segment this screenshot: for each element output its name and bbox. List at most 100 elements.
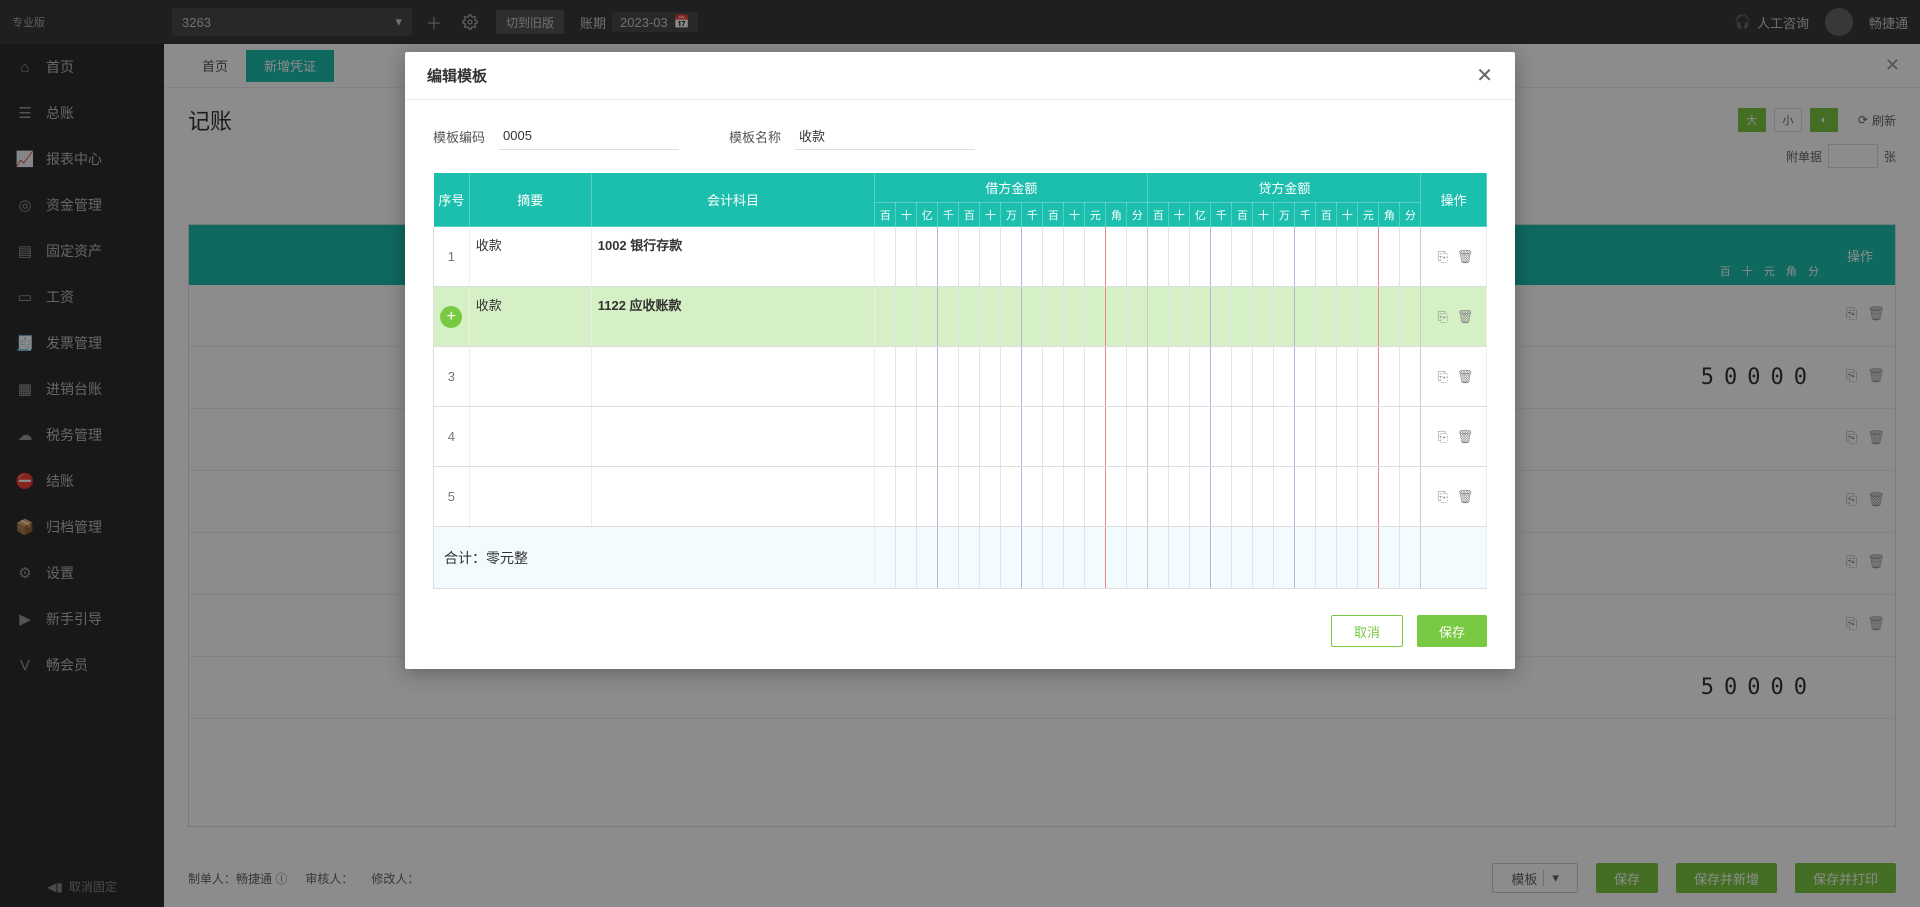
digit-cell[interactable]	[1337, 287, 1358, 347]
digit-cell[interactable]	[1190, 287, 1211, 347]
digit-cell[interactable]	[1190, 347, 1211, 407]
digit-cell[interactable]	[1358, 347, 1379, 407]
digit-cell[interactable]	[1148, 287, 1169, 347]
save-button[interactable]: 保存	[1417, 615, 1487, 647]
digit-cell[interactable]	[980, 407, 1001, 467]
digit-cell[interactable]	[896, 287, 917, 347]
digit-cell[interactable]	[1274, 407, 1295, 467]
digit-cell[interactable]	[1190, 227, 1211, 287]
digit-cell[interactable]	[1211, 227, 1232, 287]
digit-cell[interactable]	[1022, 467, 1043, 527]
digit-cell[interactable]	[1253, 467, 1274, 527]
digit-cell[interactable]	[1064, 227, 1085, 287]
digit-cell[interactable]	[1295, 347, 1316, 407]
digit-cell[interactable]	[938, 287, 959, 347]
digit-cell[interactable]	[959, 287, 980, 347]
copy-icon[interactable]: ⎘	[1435, 249, 1451, 265]
digit-cell[interactable]	[1001, 467, 1022, 527]
digit-cell[interactable]	[1358, 287, 1379, 347]
digit-cell[interactable]	[1232, 287, 1253, 347]
copy-icon[interactable]: ⎘	[1435, 369, 1451, 385]
copy-icon[interactable]: ⎘	[1435, 309, 1451, 325]
summary-cell[interactable]: 收款	[469, 227, 591, 287]
digit-cell[interactable]	[1274, 227, 1295, 287]
delete-icon[interactable]: 🗑	[1457, 309, 1473, 325]
digit-cell[interactable]	[1064, 287, 1085, 347]
digit-cell[interactable]	[896, 467, 917, 527]
digit-cell[interactable]	[1358, 407, 1379, 467]
digit-cell[interactable]	[1295, 227, 1316, 287]
close-icon[interactable]: ✕	[1476, 63, 1493, 88]
digit-cell[interactable]	[1232, 407, 1253, 467]
digit-cell[interactable]	[1316, 227, 1337, 287]
add-row-button[interactable]: +	[440, 306, 462, 328]
summary-cell[interactable]	[469, 467, 591, 527]
digit-cell[interactable]	[1001, 347, 1022, 407]
digit-cell[interactable]	[1085, 227, 1106, 287]
digit-cell[interactable]	[1400, 467, 1421, 527]
digit-cell[interactable]	[1148, 467, 1169, 527]
delete-icon[interactable]: 🗑	[1457, 249, 1473, 265]
digit-cell[interactable]	[959, 347, 980, 407]
digit-cell[interactable]	[1400, 347, 1421, 407]
digit-cell[interactable]	[1316, 407, 1337, 467]
digit-cell[interactable]	[1043, 287, 1064, 347]
digit-cell[interactable]	[875, 227, 896, 287]
digit-cell[interactable]	[1337, 227, 1358, 287]
digit-cell[interactable]	[1106, 407, 1127, 467]
digit-cell[interactable]	[1232, 227, 1253, 287]
digit-cell[interactable]	[1022, 227, 1043, 287]
digit-cell[interactable]	[959, 467, 980, 527]
digit-cell[interactable]	[959, 407, 980, 467]
subject-cell[interactable]	[591, 407, 875, 467]
summary-cell[interactable]	[469, 347, 591, 407]
digit-cell[interactable]	[938, 467, 959, 527]
digit-cell[interactable]	[938, 407, 959, 467]
digit-cell[interactable]	[1358, 227, 1379, 287]
digit-cell[interactable]	[1127, 227, 1148, 287]
digit-cell[interactable]	[1253, 347, 1274, 407]
digit-cell[interactable]	[875, 287, 896, 347]
subject-cell[interactable]: 1122 应收账款	[591, 287, 875, 347]
digit-cell[interactable]	[1337, 407, 1358, 467]
template-code-input[interactable]	[499, 122, 679, 150]
digit-cell[interactable]	[1106, 467, 1127, 527]
digit-cell[interactable]	[1253, 287, 1274, 347]
digit-cell[interactable]	[1148, 347, 1169, 407]
subject-cell[interactable]	[591, 347, 875, 407]
digit-cell[interactable]	[1127, 287, 1148, 347]
digit-cell[interactable]	[1400, 287, 1421, 347]
digit-cell[interactable]	[1295, 407, 1316, 467]
digit-cell[interactable]	[1274, 287, 1295, 347]
digit-cell[interactable]	[917, 347, 938, 407]
copy-icon[interactable]: ⎘	[1435, 429, 1451, 445]
digit-cell[interactable]	[980, 347, 1001, 407]
digit-cell[interactable]	[875, 407, 896, 467]
digit-cell[interactable]	[1316, 347, 1337, 407]
digit-cell[interactable]	[917, 467, 938, 527]
digit-cell[interactable]	[875, 467, 896, 527]
digit-cell[interactable]	[1379, 287, 1400, 347]
digit-cell[interactable]	[1316, 287, 1337, 347]
delete-icon[interactable]: 🗑	[1457, 369, 1473, 385]
digit-cell[interactable]	[1064, 407, 1085, 467]
digit-cell[interactable]	[1001, 287, 1022, 347]
digit-cell[interactable]	[1169, 227, 1190, 287]
digit-cell[interactable]	[896, 227, 917, 287]
digit-cell[interactable]	[1232, 467, 1253, 527]
digit-cell[interactable]	[1022, 407, 1043, 467]
digit-cell[interactable]	[1400, 227, 1421, 287]
subject-cell[interactable]	[591, 467, 875, 527]
digit-cell[interactable]	[938, 347, 959, 407]
digit-cell[interactable]	[917, 227, 938, 287]
digit-cell[interactable]	[1379, 347, 1400, 407]
digit-cell[interactable]	[1232, 347, 1253, 407]
subject-cell[interactable]: 1002 银行存款	[591, 227, 875, 287]
digit-cell[interactable]	[1169, 467, 1190, 527]
digit-cell[interactable]	[1169, 347, 1190, 407]
cancel-button[interactable]: 取消	[1331, 615, 1403, 647]
digit-cell[interactable]	[1022, 287, 1043, 347]
digit-cell[interactable]	[1127, 467, 1148, 527]
digit-cell[interactable]	[1274, 347, 1295, 407]
summary-cell[interactable]: 收款	[469, 287, 591, 347]
